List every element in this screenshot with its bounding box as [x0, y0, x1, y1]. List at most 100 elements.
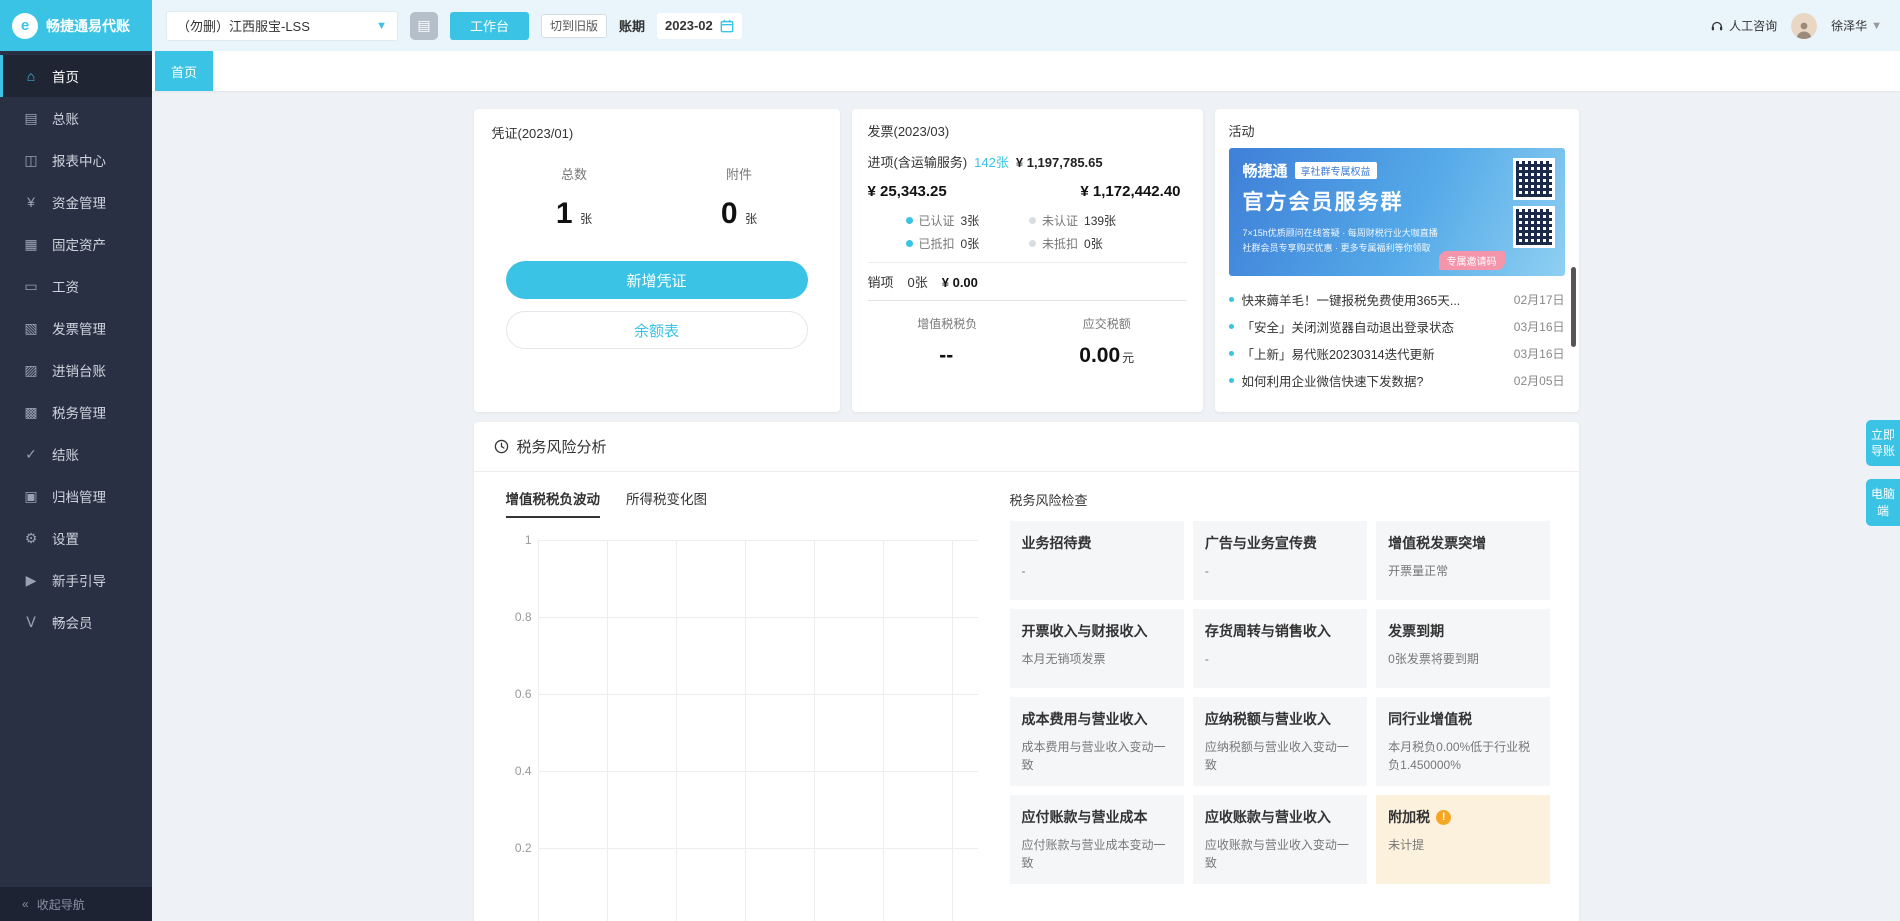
risk-check-item[interactable]: 同行业增值税 本月税负0.00%低于行业税负1.450000% — [1376, 697, 1551, 786]
risk-chart-tab[interactable]: 增值税税负波动 — [505, 488, 600, 518]
voucher-stat-value: 1 — [555, 197, 573, 230]
tab-home[interactable]: 首页 — [155, 51, 214, 91]
voucher-card: 凭证(2023/01) 总数 1 张 附件 0 张 新增凭证 余额表 — [473, 109, 840, 412]
risk-check-item[interactable]: 存货周转与销售收入 - — [1192, 609, 1368, 688]
bullet-dot-icon — [1228, 324, 1234, 329]
clock-icon — [494, 439, 509, 454]
sidebar-item[interactable]: ▩ 税务管理 — [0, 391, 152, 433]
risk-check-item-title: 发票到期 — [1388, 623, 1445, 639]
tab-bar: 首页 — [152, 51, 1900, 91]
sidebar-item-label: 工资 — [52, 280, 79, 295]
risk-check-item[interactable]: 应付账款与营业成本 应付账款与营业成本变动一致 — [1009, 795, 1184, 884]
risk-check-item[interactable]: 应收账款与营业收入 应收账款与营业收入变动一致 — [1192, 795, 1368, 884]
voucher-stat-label: 总数 — [560, 167, 587, 182]
workbench-button[interactable]: 工作台 — [450, 11, 530, 40]
settings-icon: ⚙ — [24, 529, 38, 546]
sidebar-item[interactable]: ⚙ 设置 — [0, 517, 152, 559]
news-item[interactable]: 如何利用企业微信快速下发数据? 02月05日 — [1228, 367, 1565, 394]
tax-chart-plot — [537, 540, 978, 921]
period-picker[interactable]: 2023-02 — [657, 12, 742, 39]
news-date: 03月16日 — [1513, 320, 1565, 334]
company-selector-value: （勿删）江西服宝-LSS — [177, 19, 310, 34]
certified-amount: ¥ 25,343.25 — [867, 183, 947, 200]
collapse-nav-button[interactable]: « 收起导航 — [0, 887, 152, 921]
headset-icon — [1710, 19, 1724, 33]
sidebar-item[interactable]: Ⅴ 畅会员 — [0, 601, 152, 643]
legend-label: 未抵扣 — [1042, 237, 1079, 251]
risk-check-item-desc: 本月无销项发票 — [1021, 652, 1106, 666]
news-item[interactable]: 「安全」关闭浏览器自动退出登录状态 03月16日 — [1228, 313, 1565, 340]
sidebar-item[interactable]: ¥ 资金管理 — [0, 181, 152, 223]
sidebar-item-label: 报表中心 — [52, 154, 106, 169]
avatar[interactable] — [1791, 12, 1818, 39]
promo-banner[interactable]: 畅捷通 享社群专属权益 官方会员服务群 7×15h优质顾问在线答疑 · 每周财税… — [1228, 148, 1565, 276]
voucher-stats: 总数 1 张 附件 0 张 — [492, 164, 822, 231]
legend-dot-icon — [1029, 240, 1036, 247]
risk-check-section: 税务风险检查 业务招待费 - 广告与业务宣传费 - 增值税发票突增 开票量正常 … — [986, 488, 1551, 921]
risk-check-item-title: 同行业增值税 — [1388, 711, 1473, 727]
sidebar-item[interactable]: ▶ 新手引导 — [0, 559, 152, 601]
user-menu[interactable]: 徐泽华 ▼ — [1831, 17, 1882, 34]
sidebar-item[interactable]: ✓ 结账 — [0, 433, 152, 475]
summary-value: 0.00 — [1079, 344, 1121, 367]
risk-check-item-title: 业务招待费 — [1021, 535, 1092, 551]
balance-sheet-button[interactable]: 余额表 — [505, 311, 808, 349]
y-axis-tick: 0.6 — [514, 687, 532, 701]
sidebar-item[interactable]: ◫ 报表中心 — [0, 139, 152, 181]
risk-check-item[interactable]: 广告与业务宣传费 - — [1192, 521, 1368, 600]
y-axis-tick: 1 — [524, 533, 532, 547]
risk-check-item-desc: - — [1021, 564, 1026, 578]
sidebar-item[interactable]: ▦ 固定资产 — [0, 223, 152, 265]
sidebar-item[interactable]: ▨ 进销台账 — [0, 349, 152, 391]
sidebar-item[interactable]: ▧ 发票管理 — [0, 307, 152, 349]
qr-code-icon — [1512, 158, 1555, 200]
voucher-stat-unit: 张 — [745, 212, 758, 226]
sidebar-menu: ⌂ 首页 ▤ 总账 ◫ 报表中心 ¥ 资金管理 ▦ 固定资产 ▭ 工资 ▧ 发票… — [0, 51, 152, 643]
sidebar-item[interactable]: ▤ 总账 — [0, 97, 152, 139]
risk-check-item[interactable]: 应纳税额与营业收入 应纳税额与营业收入变动一致 — [1192, 697, 1368, 786]
y-axis-tick: 0.4 — [514, 764, 532, 778]
qr-code-icon — [1512, 206, 1555, 248]
floating-action-button[interactable]: 电脑端 — [1866, 479, 1900, 526]
chevron-down-icon: ▼ — [1871, 19, 1882, 32]
archive-icon: ▣ — [24, 487, 38, 504]
bullet-dot-icon — [1228, 378, 1234, 383]
risk-check-item[interactable]: 开票收入与财报收入 本月无销项发票 — [1009, 609, 1184, 688]
risk-check-item[interactable]: 成本费用与营业收入 成本费用与营业收入变动一致 — [1009, 697, 1184, 786]
quick-note-icon[interactable]: ▤ — [410, 11, 438, 40]
floating-actions: 立即导账 电脑端 — [1866, 420, 1900, 526]
legend-label: 已认证 — [918, 214, 955, 228]
risk-check-item[interactable]: 业务招待费 - — [1009, 521, 1184, 600]
risk-check-item-title: 应收账款与营业收入 — [1204, 809, 1331, 825]
voucher-stat-value: 0 — [720, 197, 738, 230]
risk-check-item-desc: 应付账款与营业成本变动一致 — [1021, 838, 1166, 870]
company-selector[interactable]: （勿删）江西服宝-LSS ▼ — [166, 10, 398, 41]
risk-check-item[interactable]: 附加税 ! 未计提 — [1376, 795, 1551, 884]
sidebar-item-label: 畅会员 — [52, 616, 93, 631]
risk-chart-tab[interactable]: 所得税变化图 — [626, 488, 707, 518]
news-item[interactable]: 快来薅羊毛！一键报税免费使用365天... 02月17日 — [1228, 286, 1565, 313]
risk-check-title: 税务风险检查 — [1009, 493, 1088, 508]
add-voucher-button[interactable]: 新增凭证 — [505, 261, 808, 299]
risk-check-item[interactable]: 发票到期 0张发票将要到期 — [1376, 609, 1551, 688]
y-axis-tick: 0.8 — [514, 610, 532, 624]
uncertified-amount: ¥ 1,172,442.40 — [1080, 183, 1181, 200]
news-item[interactable]: 「上新」易代账20230314迭代更新 03月16日 — [1228, 340, 1565, 367]
invoice-input-label: 进项(含运输服务) — [867, 155, 968, 170]
summary-cards-row: 凭证(2023/01) 总数 1 张 附件 0 张 新增凭证 余额表 发票(20… — [473, 109, 1579, 412]
sidebar-item[interactable]: ▭ 工资 — [0, 265, 152, 307]
period-value: 2023-02 — [665, 18, 713, 33]
risk-check-item-title: 成本费用与营业收入 — [1021, 711, 1148, 727]
sidebar-item[interactable]: ⌂ 首页 — [0, 55, 152, 97]
sidebar-item[interactable]: ▣ 归档管理 — [0, 475, 152, 517]
ledger-icon: ▤ — [24, 109, 38, 126]
floating-action-button[interactable]: 立即导账 — [1866, 420, 1900, 467]
switch-old-version-button[interactable]: 切到旧版 — [541, 13, 608, 38]
news-scrollbar[interactable] — [1570, 267, 1576, 347]
legend-dot-icon — [905, 217, 913, 224]
support-link[interactable]: 人工咨询 — [1710, 17, 1777, 34]
closing-icon: ✓ — [25, 445, 37, 462]
voucher-stat: 附件 0 张 — [721, 164, 757, 231]
invoice-input-total: ¥ 1,197,785.65 — [1015, 155, 1103, 170]
risk-check-item[interactable]: 增值税发票突增 开票量正常 — [1376, 521, 1551, 600]
